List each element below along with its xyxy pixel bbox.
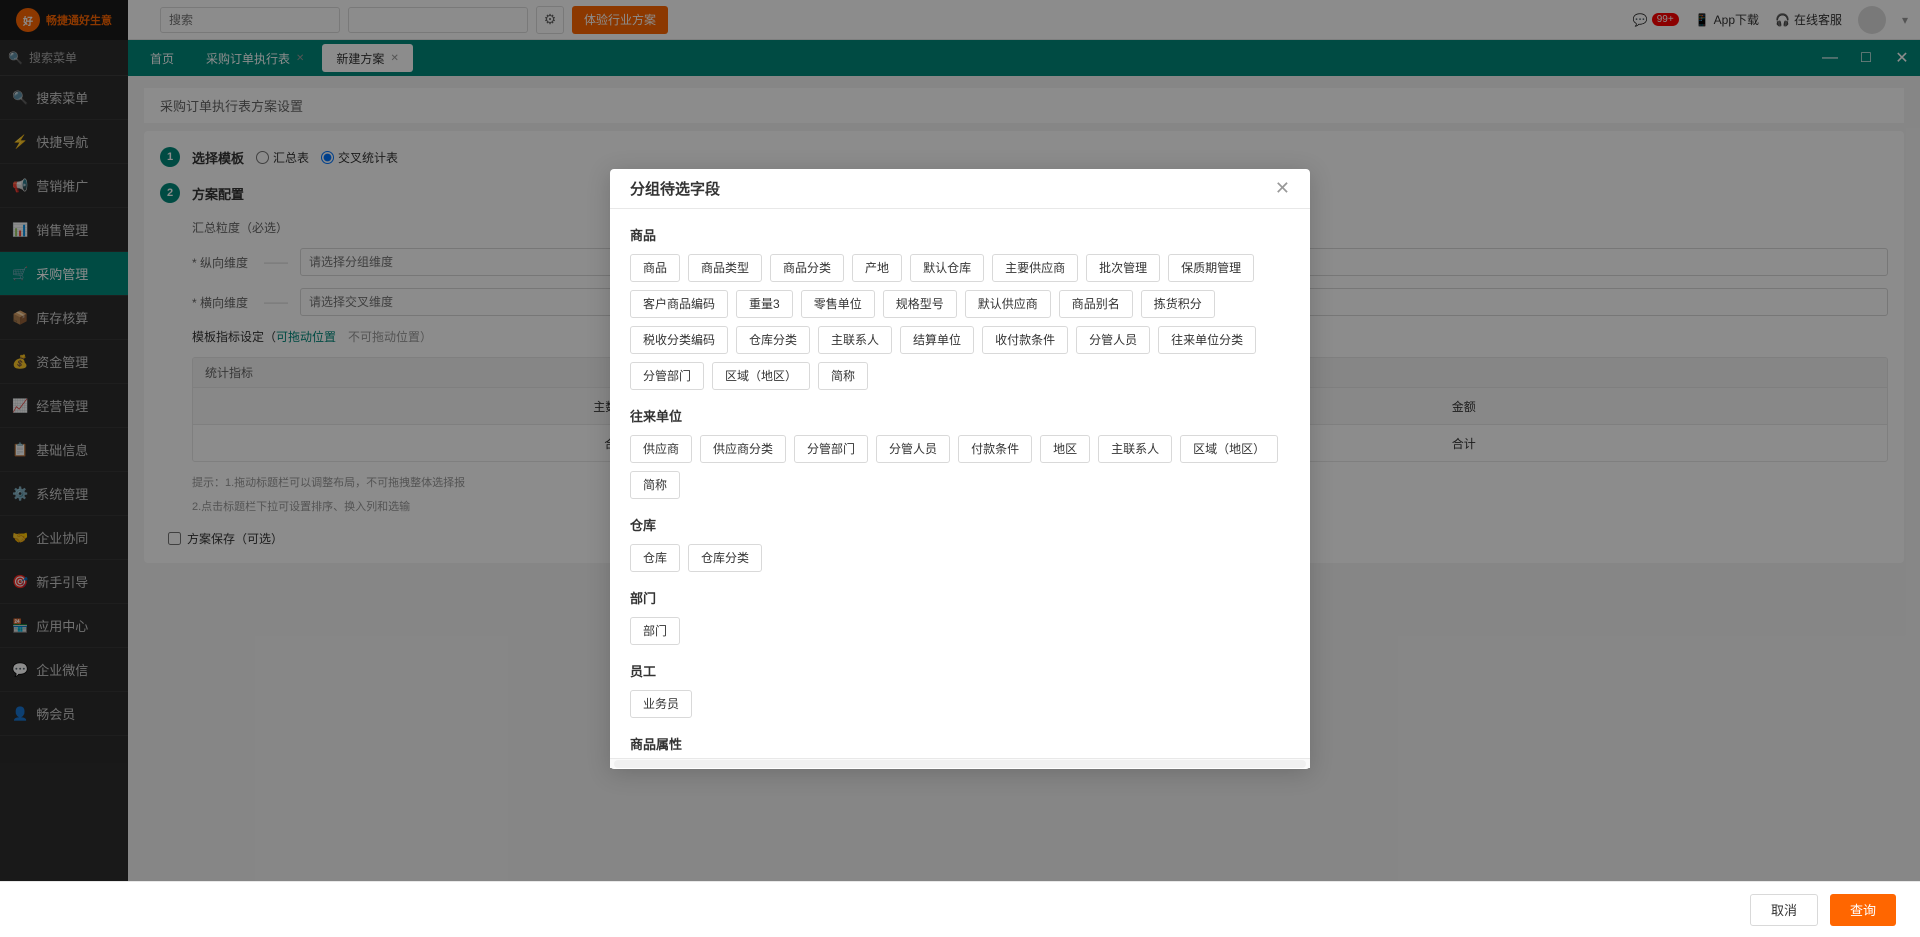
field-section-2: 仓库仓库仓库分类	[630, 515, 1290, 572]
field-tag-0-20[interactable]: 分管人员	[1076, 326, 1150, 354]
field-tag-0-13[interactable]: 商品别名	[1059, 290, 1133, 318]
field-tag-1-0[interactable]: 供应商	[630, 435, 692, 463]
modal-overlay: 分组待选字段 ✕ 商品商品商品类型商品分类产地默认仓库主要供应商批次管理保质期管…	[0, 0, 1920, 937]
field-tag-0-19[interactable]: 收付款条件	[982, 326, 1068, 354]
field-tag-0-22[interactable]: 分管部门	[630, 362, 704, 390]
field-section-0: 商品商品商品类型商品分类产地默认仓库主要供应商批次管理保质期管理客户商品编码重量…	[630, 225, 1290, 390]
modal-header: 分组待选字段 ✕	[610, 169, 1310, 209]
section-title-0: 商品	[630, 225, 1290, 244]
modal-close-button[interactable]: ✕	[1275, 179, 1290, 197]
field-tag-0-21[interactable]: 往来单位分类	[1158, 326, 1256, 354]
field-tag-1-6[interactable]: 主联系人	[1098, 435, 1172, 463]
modal: 分组待选字段 ✕ 商品商品商品类型商品分类产地默认仓库主要供应商批次管理保质期管…	[610, 169, 1310, 769]
field-tag-0-17[interactable]: 主联系人	[818, 326, 892, 354]
field-tag-1-4[interactable]: 付款条件	[958, 435, 1032, 463]
field-section-1: 往来单位供应商供应商分类分管部门分管人员付款条件地区主联系人区域（地区） 简称	[630, 406, 1290, 499]
section-title-2: 仓库	[630, 515, 1290, 534]
footer: 取消 查询	[0, 881, 1920, 937]
field-tag-0-10[interactable]: 零售单位	[801, 290, 875, 318]
field-tag-0-7[interactable]: 保质期管理	[1168, 254, 1254, 282]
field-tag-2-0[interactable]: 仓库	[630, 544, 680, 572]
confirm-button[interactable]: 查询	[1830, 894, 1896, 926]
field-tags-1: 供应商供应商分类分管部门分管人员付款条件地区主联系人区域（地区） 简称	[630, 435, 1290, 499]
field-tag-1-2[interactable]: 分管部门	[794, 435, 868, 463]
field-tag-0-24[interactable]: 简称	[818, 362, 868, 390]
field-tags-0: 商品商品类型商品分类产地默认仓库主要供应商批次管理保质期管理客户商品编码重量3 零…	[630, 254, 1290, 390]
field-tag-0-23[interactable]: 区域（地区）	[712, 362, 810, 390]
field-tag-1-8[interactable]: 简称	[630, 471, 680, 499]
hscroll-track	[614, 760, 1306, 768]
field-tag-0-1[interactable]: 商品类型	[688, 254, 762, 282]
field-tag-3-0[interactable]: 部门	[630, 617, 680, 645]
cancel-button[interactable]: 取消	[1750, 894, 1818, 926]
field-tag-0-18[interactable]: 结算单位	[900, 326, 974, 354]
field-tags-4: 业务员	[630, 690, 1290, 718]
field-section-3: 部门部门	[630, 588, 1290, 645]
modal-body: 商品商品商品类型商品分类产地默认仓库主要供应商批次管理保质期管理客户商品编码重量…	[610, 209, 1310, 758]
field-tag-1-1[interactable]: 供应商分类	[700, 435, 786, 463]
field-tag-0-4[interactable]: 默认仓库	[910, 254, 984, 282]
field-tag-0-16[interactable]: 仓库分类	[736, 326, 810, 354]
field-section-5: 商品属性属性颜色多规格尺码鞋码1	[630, 734, 1290, 758]
field-tag-0-14[interactable]: 拣货积分	[1141, 290, 1215, 318]
field-tags-2: 仓库仓库分类	[630, 544, 1290, 572]
field-tag-0-11[interactable]: 规格型号	[883, 290, 957, 318]
section-title-1: 往来单位	[630, 406, 1290, 425]
field-tag-0-5[interactable]: 主要供应商	[992, 254, 1078, 282]
modal-title: 分组待选字段	[630, 178, 720, 199]
field-tags-3: 部门	[630, 617, 1290, 645]
section-title-5: 商品属性	[630, 734, 1290, 753]
field-tag-0-9[interactable]: 重量3	[736, 290, 793, 318]
field-tag-2-1[interactable]: 仓库分类	[688, 544, 762, 572]
field-tag-0-0[interactable]: 商品	[630, 254, 680, 282]
field-tag-1-3[interactable]: 分管人员	[876, 435, 950, 463]
field-tag-1-7[interactable]: 区域（地区）	[1180, 435, 1278, 463]
modal-hscrollbar[interactable]	[610, 758, 1310, 768]
field-section-4: 员工业务员	[630, 661, 1290, 718]
section-title-4: 员工	[630, 661, 1290, 680]
field-tag-0-2[interactable]: 商品分类	[770, 254, 844, 282]
field-tag-0-12[interactable]: 默认供应商	[965, 290, 1051, 318]
field-tag-1-5[interactable]: 地区	[1040, 435, 1090, 463]
field-tag-0-3[interactable]: 产地	[852, 254, 902, 282]
field-tag-0-15[interactable]: 税收分类编码	[630, 326, 728, 354]
field-tag-0-6[interactable]: 批次管理	[1086, 254, 1160, 282]
field-tag-0-8[interactable]: 客户商品编码	[630, 290, 728, 318]
field-tag-4-0[interactable]: 业务员	[630, 690, 692, 718]
section-title-3: 部门	[630, 588, 1290, 607]
